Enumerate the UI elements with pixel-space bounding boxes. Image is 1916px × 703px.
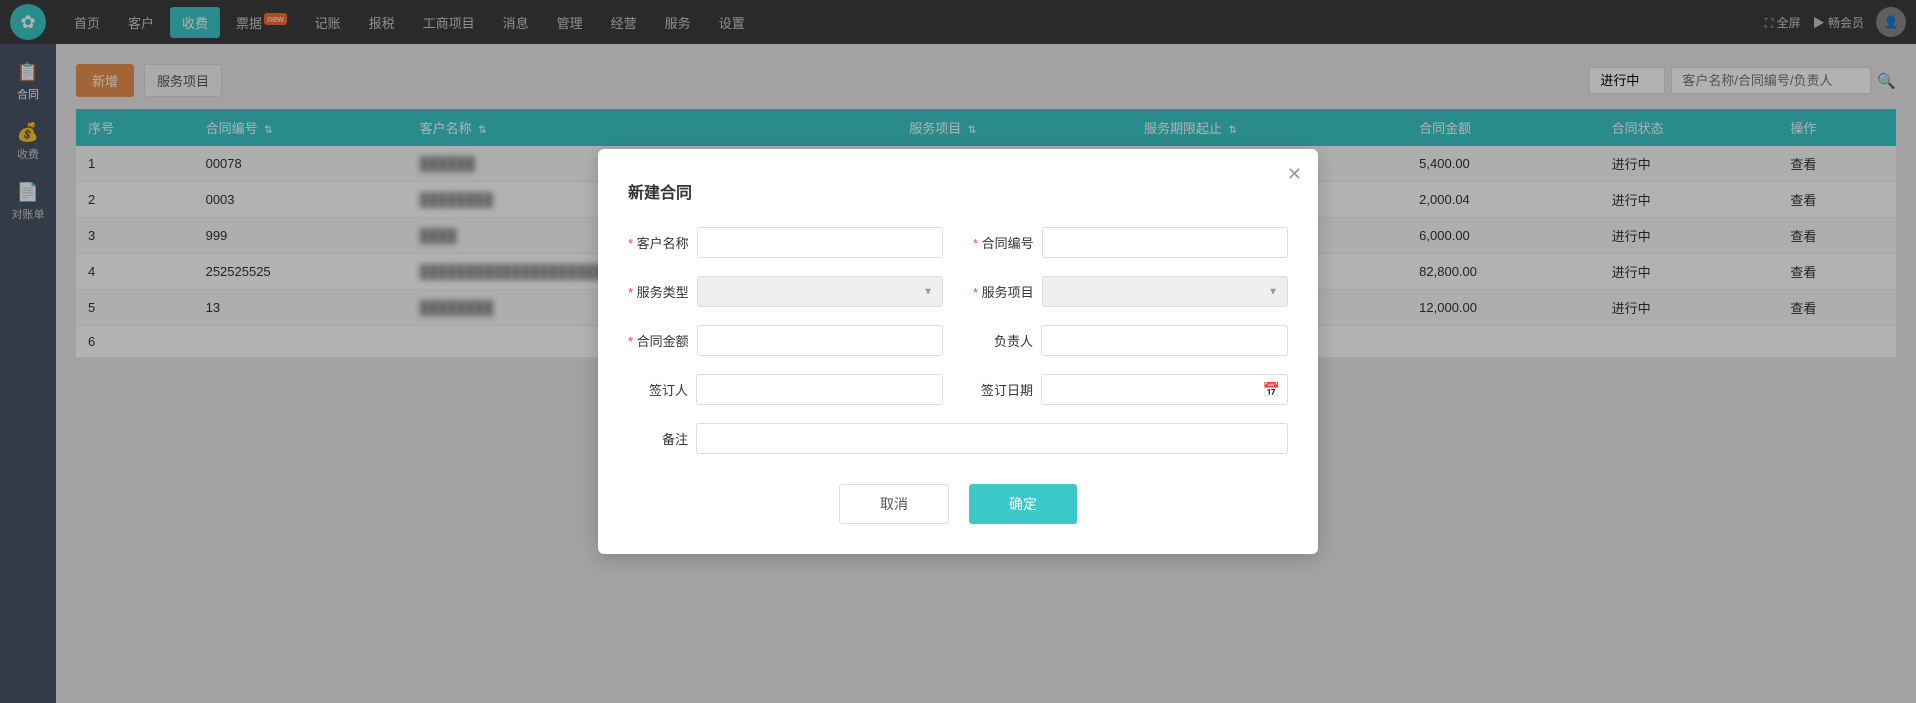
customer-name-input[interactable] — [697, 227, 943, 258]
service-item-select-wrapper — [1042, 276, 1288, 307]
responsible-person-field: 负责人 — [973, 325, 1288, 356]
service-item-select[interactable] — [1042, 276, 1288, 307]
sign-date-input[interactable]: 2023-06-06 — [1041, 374, 1288, 405]
form-grid: 客户名称 合同编号 服务类型 服务项目 — [628, 227, 1288, 454]
new-contract-modal: 新建合同 ✕ 客户名称 合同编号 服务类型 服 — [598, 149, 1318, 554]
signer-input[interactable] — [696, 374, 943, 405]
service-type-select-wrapper — [697, 276, 943, 307]
modal-footer: 取消 确定 — [628, 484, 1288, 524]
service-type-select[interactable] — [697, 276, 943, 307]
sign-date-label: 签订日期 — [973, 380, 1033, 399]
responsible-person-input[interactable] — [1041, 325, 1288, 356]
service-type-field: 服务类型 — [628, 276, 943, 307]
customer-name-label: 客户名称 — [628, 233, 689, 252]
modal-close-button[interactable]: ✕ — [1287, 165, 1302, 183]
responsible-person-label: 负责人 — [973, 331, 1033, 350]
remark-field: 备注 — [628, 423, 1288, 454]
cancel-button[interactable]: 取消 — [839, 484, 949, 524]
service-item-field: 服务项目 — [973, 276, 1288, 307]
service-type-label: 服务类型 — [628, 282, 689, 301]
contract-no-label: 合同编号 — [973, 233, 1034, 252]
modal-overlay: 新建合同 ✕ 客户名称 合同编号 服务类型 服 — [0, 0, 1916, 703]
confirm-button[interactable]: 确定 — [969, 484, 1077, 524]
contract-amount-input[interactable]: 0.00 — [697, 325, 943, 356]
remark-input[interactable] — [696, 423, 1288, 454]
signer-field: 签订人 — [628, 374, 943, 405]
signer-label: 签订人 — [628, 380, 688, 399]
contract-amount-label: 合同金额 — [628, 331, 689, 350]
modal-title: 新建合同 — [628, 179, 1288, 203]
customer-name-field: 客户名称 — [628, 227, 943, 258]
service-item-label: 服务项目 — [973, 282, 1034, 301]
remark-label: 备注 — [628, 429, 688, 448]
sign-date-wrapper: 2023-06-06 📅 — [1041, 374, 1288, 405]
contract-amount-field: 合同金额 0.00 — [628, 325, 943, 356]
contract-no-field: 合同编号 — [973, 227, 1288, 258]
contract-no-input[interactable] — [1042, 227, 1288, 258]
sign-date-field: 签订日期 2023-06-06 📅 — [973, 374, 1288, 405]
